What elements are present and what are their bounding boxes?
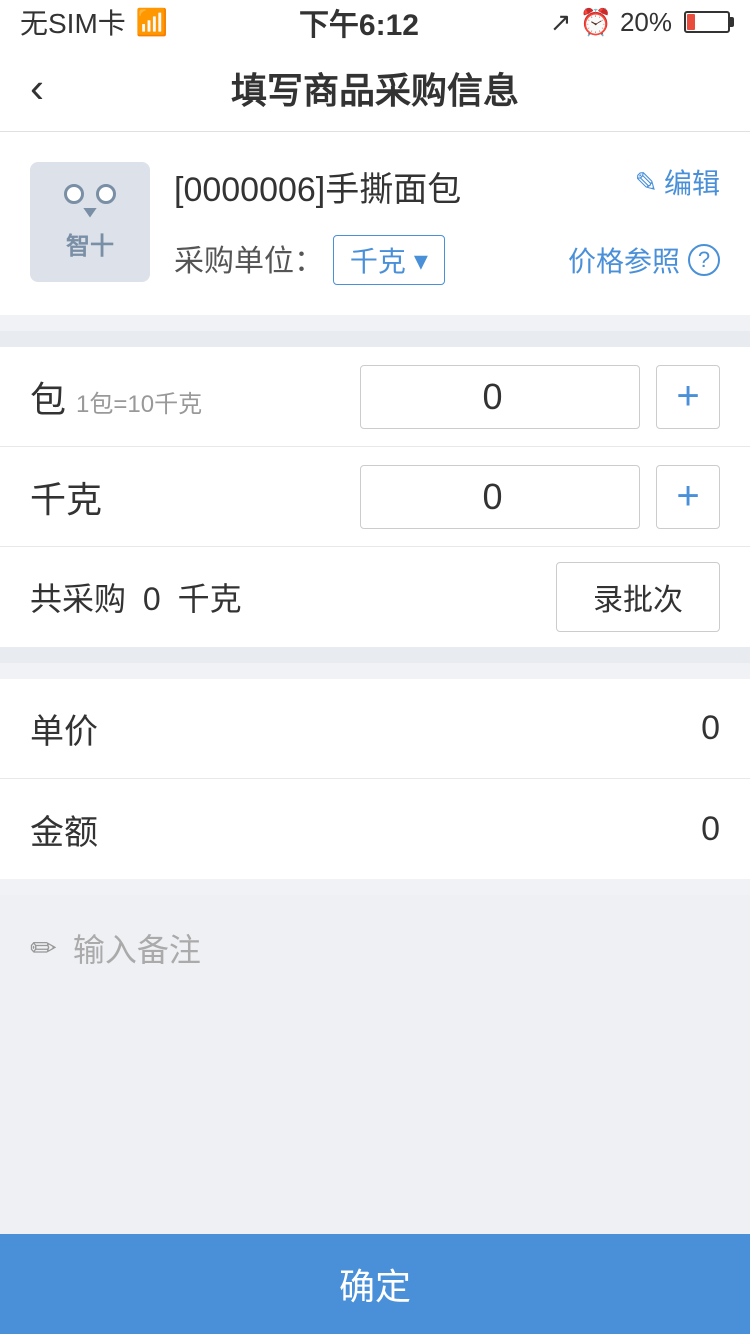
info-icon: ? — [688, 244, 720, 276]
product-thumbnail: 智十 — [30, 162, 150, 282]
unit-dropdown[interactable]: 千克 ▾ — [333, 235, 445, 285]
alarm-icon: ⏰ — [580, 7, 612, 38]
bag-label-main: 包 — [30, 371, 66, 423]
kg-input-group: + — [190, 465, 720, 529]
remark-placeholder: 输入备注 — [73, 925, 201, 971]
bag-label-group: 包 1包=10千克 — [30, 371, 202, 423]
product-section: 智十 [0000006]手撕面包 ✎ 编辑 采购单位： 千克 ▾ 价格参照 ? — [0, 132, 750, 315]
unit-price-value: 0 — [701, 709, 720, 748]
carrier-label: 无SIM卡 — [20, 2, 126, 42]
unit-price-label: 单价 — [30, 704, 98, 753]
amount-value: 0 — [701, 810, 720, 849]
battery-fill — [687, 14, 695, 30]
owl-text: 智十 — [66, 226, 114, 261]
kg-label-group: 千克 — [30, 471, 190, 523]
price-ref-label: 价格参照 — [568, 240, 680, 280]
edit-label: 编辑 — [664, 162, 720, 202]
summary-prefix: 共采购 — [30, 581, 126, 617]
edit-link[interactable]: ✎ 编辑 — [635, 162, 720, 202]
section-divider-1 — [0, 331, 750, 347]
bag-input-group: + — [202, 365, 720, 429]
price-ref-link[interactable]: 价格参照 ? — [568, 240, 720, 280]
form-row-bag: 包 1包=10千克 + — [0, 347, 750, 447]
owl-eyes — [64, 184, 116, 204]
section-divider-2 — [0, 647, 750, 663]
kg-quantity-input[interactable] — [360, 465, 640, 529]
batch-button[interactable]: 录批次 — [556, 562, 720, 632]
summary-quantity: 0 — [143, 581, 161, 617]
amount-row: 金额 0 — [0, 779, 750, 879]
summary-row: 共采购 0 千克 录批次 — [0, 547, 750, 647]
owl-eye-left — [64, 184, 84, 204]
product-full-name: [0000006]手撕面包 — [174, 162, 461, 211]
confirm-button[interactable]: 确定 — [0, 1234, 750, 1334]
status-right: ↗ ⏰ 20% — [550, 7, 730, 38]
kg-label-main: 千克 — [30, 471, 102, 523]
status-bar: 无SIM卡 📶 下午6:12 ↗ ⏰ 20% — [0, 0, 750, 44]
location-icon: ↗ — [550, 7, 572, 38]
chevron-down-icon: ▾ — [414, 244, 428, 277]
product-unit-row: 采购单位： 千克 ▾ 价格参照 ? — [174, 235, 720, 285]
status-left: 无SIM卡 📶 — [20, 2, 168, 42]
battery-percent: 20% — [620, 7, 672, 38]
unit-selector-group: 采购单位： 千克 ▾ — [174, 235, 445, 285]
nav-bar: ‹ 填写商品采购信息 — [0, 44, 750, 132]
remark-section[interactable]: ✏ 输入备注 — [0, 895, 750, 1001]
wifi-icon: 📶 — [136, 7, 168, 38]
product-name-row: [0000006]手撕面包 ✎ 编辑 — [174, 162, 720, 211]
form-section: 包 1包=10千克 + 千克 + 共采购 0 千克 录批次 — [0, 347, 750, 647]
status-time: 下午6:12 — [299, 0, 419, 44]
unit-label: 采购单位： — [174, 245, 324, 278]
owl-eye-right — [96, 184, 116, 204]
page-title: 填写商品采购信息 — [231, 62, 519, 114]
price-section: 单价 0 金额 0 — [0, 679, 750, 879]
summary-unit: 千克 — [178, 581, 242, 617]
back-button[interactable]: ‹ — [30, 64, 44, 112]
kg-plus-button[interactable]: + — [656, 465, 720, 529]
summary-text: 共采购 0 千克 — [30, 574, 242, 620]
edit-icon: ✎ — [635, 166, 658, 199]
owl-beak — [83, 208, 97, 218]
bag-quantity-input[interactable] — [360, 365, 640, 429]
pencil-icon: ✏ — [30, 929, 57, 967]
amount-label: 金额 — [30, 805, 98, 854]
unit-value: 千克 — [350, 240, 406, 280]
battery-icon — [684, 11, 730, 33]
form-row-kg: 千克 + — [0, 447, 750, 547]
bag-plus-button[interactable]: + — [656, 365, 720, 429]
product-info: [0000006]手撕面包 ✎ 编辑 采购单位： 千克 ▾ 价格参照 ? — [174, 162, 720, 285]
bag-label-sub: 1包=10千克 — [76, 384, 202, 419]
unit-price-row: 单价 0 — [0, 679, 750, 779]
